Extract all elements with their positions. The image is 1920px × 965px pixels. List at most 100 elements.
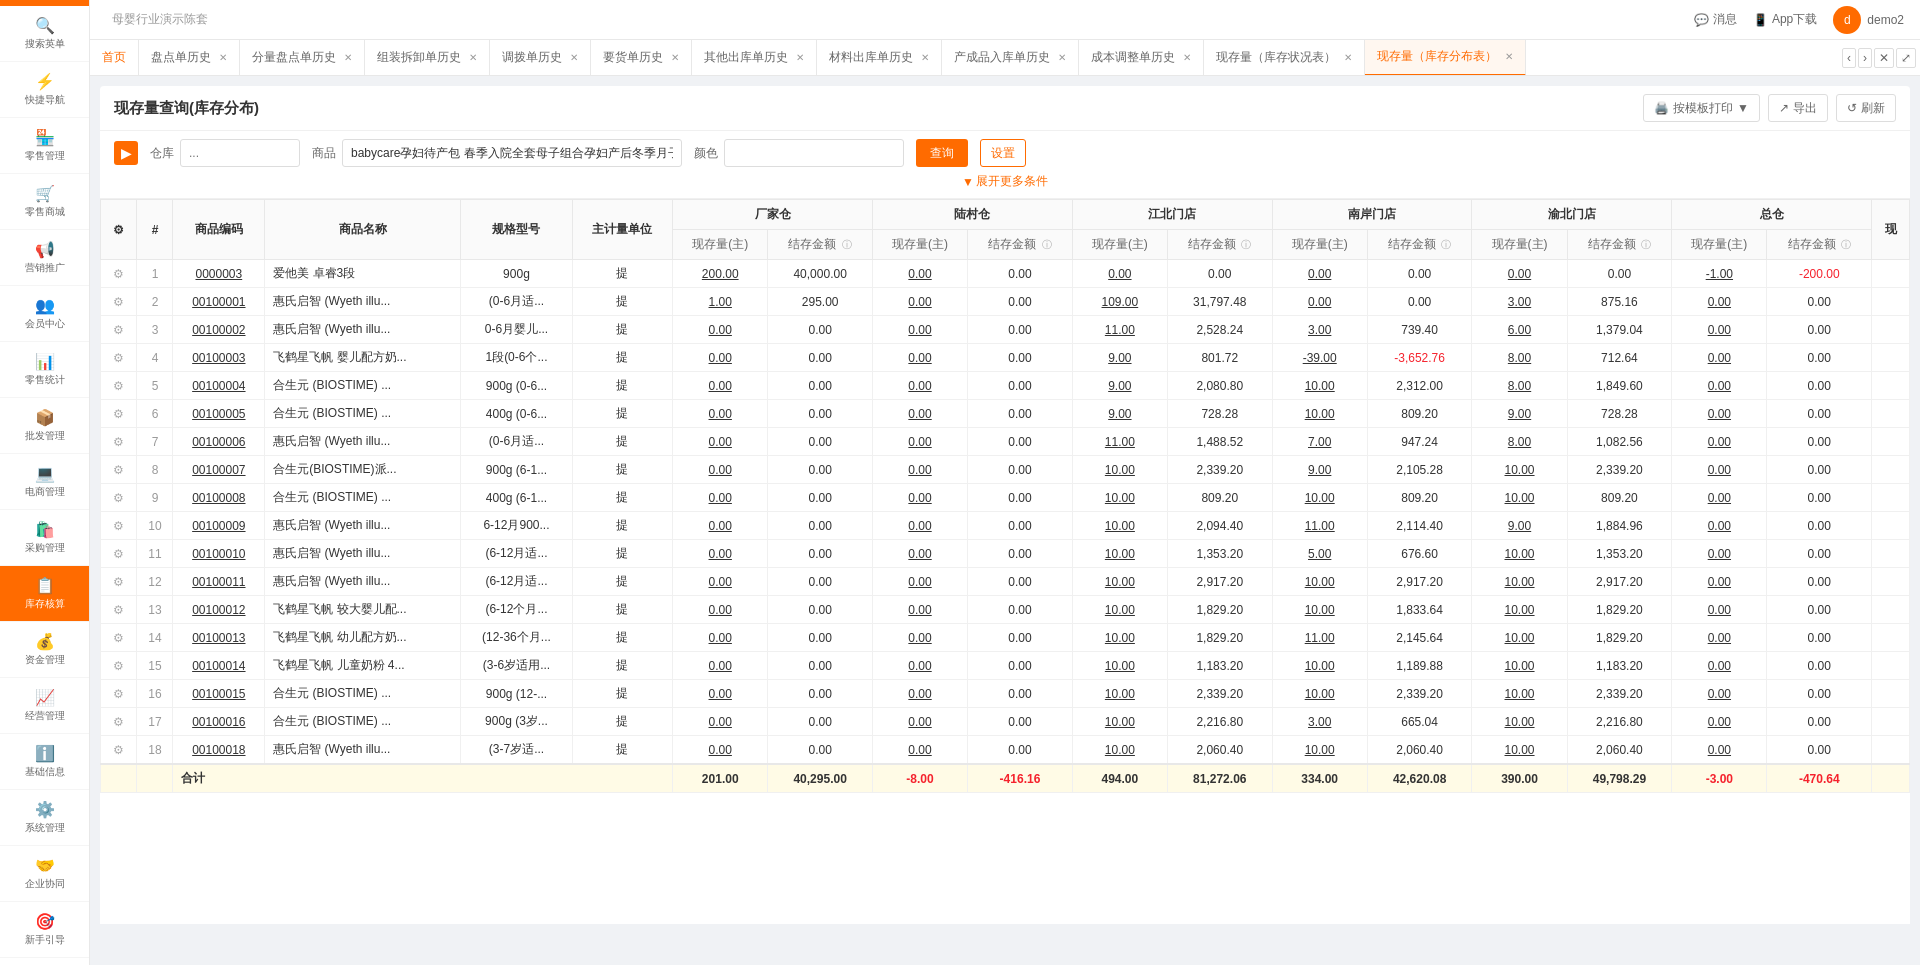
nav-tab-现存量-库存状况表-[interactable]: 现存量（库存状况表）✕	[1204, 40, 1365, 76]
cell-yubei-qty[interactable]: 10.00	[1472, 736, 1567, 765]
cell-changjiacao-qty[interactable]: 0.00	[673, 428, 768, 456]
sidebar-item-企业协同[interactable]: 🤝企业协同	[0, 846, 89, 902]
cell-jiangbei-qty[interactable]: 9.00	[1072, 372, 1167, 400]
cell-total-qty[interactable]: 0.00	[1672, 428, 1767, 456]
nav-tab-成本调整单历史[interactable]: 成本调整单历史✕	[1079, 40, 1204, 76]
cell-nanan-qty[interactable]: 11.00	[1272, 624, 1367, 652]
cell-total-qty[interactable]: 0.00	[1672, 456, 1767, 484]
cell-changjiacao-qty[interactable]: 0.00	[673, 624, 768, 652]
cell-yubei-qty[interactable]: 0.00	[1472, 260, 1567, 288]
cell-code[interactable]: 00100010	[173, 540, 265, 568]
cell-gear[interactable]: ⚙	[101, 680, 137, 708]
cell-total-qty[interactable]: 0.00	[1672, 372, 1767, 400]
tab-next-arrow[interactable]: ›	[1858, 48, 1872, 68]
cell-changjiacao-qty[interactable]: 0.00	[673, 540, 768, 568]
cell-nanan-qty[interactable]: 10.00	[1272, 680, 1367, 708]
cell-nanan-qty[interactable]: 10.00	[1272, 736, 1367, 765]
cell-total-qty[interactable]: 0.00	[1672, 652, 1767, 680]
sidebar-item-会员中心[interactable]: 👥会员中心	[0, 286, 89, 342]
cell-changjiacao-qty[interactable]: 0.00	[673, 344, 768, 372]
cell-gear[interactable]: ⚙	[101, 708, 137, 736]
cell-lucun-qty[interactable]: 0.00	[872, 568, 967, 596]
cell-total-qty[interactable]: 0.00	[1672, 596, 1767, 624]
cell-code[interactable]: 00100011	[173, 568, 265, 596]
cell-lucun-qty[interactable]: 0.00	[872, 540, 967, 568]
cell-total-qty[interactable]: 0.00	[1672, 540, 1767, 568]
cell-jiangbei-qty[interactable]: 10.00	[1072, 736, 1167, 765]
cell-code[interactable]: 00100004	[173, 372, 265, 400]
cell-total-qty[interactable]: 0.00	[1672, 316, 1767, 344]
cell-gear[interactable]: ⚙	[101, 568, 137, 596]
cell-jiangbei-qty[interactable]: 10.00	[1072, 512, 1167, 540]
cell-changjiacao-qty[interactable]: 0.00	[673, 596, 768, 624]
cell-nanan-qty[interactable]: 10.00	[1272, 484, 1367, 512]
sidebar-item-营销推广[interactable]: 📢营销推广	[0, 230, 89, 286]
tab-close-icon[interactable]: ✕	[570, 52, 578, 63]
cell-changjiacao-qty[interactable]: 1.00	[673, 288, 768, 316]
sidebar-item-零售管理[interactable]: 🏪零售管理	[0, 118, 89, 174]
settings-button[interactable]: 设置	[980, 139, 1026, 167]
cell-total-qty[interactable]: 0.00	[1672, 288, 1767, 316]
cell-jiangbei-qty[interactable]: 10.00	[1072, 596, 1167, 624]
cell-nanan-qty[interactable]: 10.00	[1272, 568, 1367, 596]
cell-nanan-qty[interactable]: 10.00	[1272, 652, 1367, 680]
cell-jiangbei-qty[interactable]: 11.00	[1072, 316, 1167, 344]
cell-gear[interactable]: ⚙	[101, 372, 137, 400]
cell-yubei-qty[interactable]: 8.00	[1472, 372, 1567, 400]
cell-code[interactable]: 00100006	[173, 428, 265, 456]
search-button[interactable]: 查询	[916, 139, 968, 167]
cell-total-qty[interactable]: 0.00	[1672, 484, 1767, 512]
cell-yubei-qty[interactable]: 10.00	[1472, 652, 1567, 680]
cell-code[interactable]: 00100007	[173, 456, 265, 484]
cell-gear[interactable]: ⚙	[101, 400, 137, 428]
cell-changjiacao-qty[interactable]: 0.00	[673, 372, 768, 400]
cell-lucun-qty[interactable]: 0.00	[872, 316, 967, 344]
nav-tab-盘点单历史[interactable]: 盘点单历史✕	[139, 40, 240, 76]
cell-lucun-qty[interactable]: 0.00	[872, 400, 967, 428]
sidebar-item-零售统计[interactable]: 📊零售统计	[0, 342, 89, 398]
cell-gear[interactable]: ⚙	[101, 624, 137, 652]
tab-close-icon[interactable]: ✕	[1183, 52, 1191, 63]
sidebar-item-基础信息[interactable]: ℹ️基础信息	[0, 734, 89, 790]
cell-code[interactable]: 0000003	[173, 260, 265, 288]
nav-tab-其他出库单历史[interactable]: 其他出库单历史✕	[692, 40, 817, 76]
cell-yubei-qty[interactable]: 10.00	[1472, 456, 1567, 484]
cell-gear[interactable]: ⚙	[101, 288, 137, 316]
cell-lucun-qty[interactable]: 0.00	[872, 708, 967, 736]
cell-code[interactable]: 00100013	[173, 624, 265, 652]
cell-code[interactable]: 00100018	[173, 736, 265, 765]
cell-gear[interactable]: ⚙	[101, 540, 137, 568]
cell-changjiacao-qty[interactable]: 0.00	[673, 680, 768, 708]
cell-yubei-qty[interactable]: 10.00	[1472, 568, 1567, 596]
cell-total-qty[interactable]: 0.00	[1672, 736, 1767, 765]
cell-lucun-qty[interactable]: 0.00	[872, 456, 967, 484]
cell-yubei-qty[interactable]: 10.00	[1472, 596, 1567, 624]
cell-jiangbei-qty[interactable]: 10.00	[1072, 484, 1167, 512]
cell-lucun-qty[interactable]: 0.00	[872, 484, 967, 512]
cell-gear[interactable]: ⚙	[101, 596, 137, 624]
cell-code[interactable]: 00100016	[173, 708, 265, 736]
print-button[interactable]: 🖨️ 按模板打印 ▼	[1643, 94, 1760, 122]
cell-nanan-qty[interactable]: 11.00	[1272, 512, 1367, 540]
cell-changjiacao-qty[interactable]: 0.00	[673, 736, 768, 765]
cell-changjiacao-qty[interactable]: 0.00	[673, 456, 768, 484]
cell-lucun-qty[interactable]: 0.00	[872, 428, 967, 456]
cell-lucun-qty[interactable]: 0.00	[872, 680, 967, 708]
cell-changjiacao-qty[interactable]: 0.00	[673, 512, 768, 540]
cell-jiangbei-qty[interactable]: 10.00	[1072, 708, 1167, 736]
cell-jiangbei-qty[interactable]: 10.00	[1072, 456, 1167, 484]
cell-nanan-qty[interactable]: 10.00	[1272, 400, 1367, 428]
cell-lucun-qty[interactable]: 0.00	[872, 260, 967, 288]
cell-lucun-qty[interactable]: 0.00	[872, 344, 967, 372]
sidebar-item-电商管理[interactable]: 💻电商管理	[0, 454, 89, 510]
cell-lucun-qty[interactable]: 0.00	[872, 596, 967, 624]
cell-nanan-qty[interactable]: 5.00	[1272, 540, 1367, 568]
cell-yubei-qty[interactable]: 9.00	[1472, 512, 1567, 540]
cell-total-qty[interactable]: 0.00	[1672, 680, 1767, 708]
tab-close-icon[interactable]: ✕	[671, 52, 679, 63]
cell-changjiacao-qty[interactable]: 0.00	[673, 652, 768, 680]
nav-tab-分量盘点单历史[interactable]: 分量盘点单历史✕	[240, 40, 365, 76]
nav-tab-现存量-库存分布表-[interactable]: 现存量（库存分布表）✕	[1365, 40, 1526, 76]
cell-code[interactable]: 00100014	[173, 652, 265, 680]
cell-gear[interactable]: ⚙	[101, 484, 137, 512]
